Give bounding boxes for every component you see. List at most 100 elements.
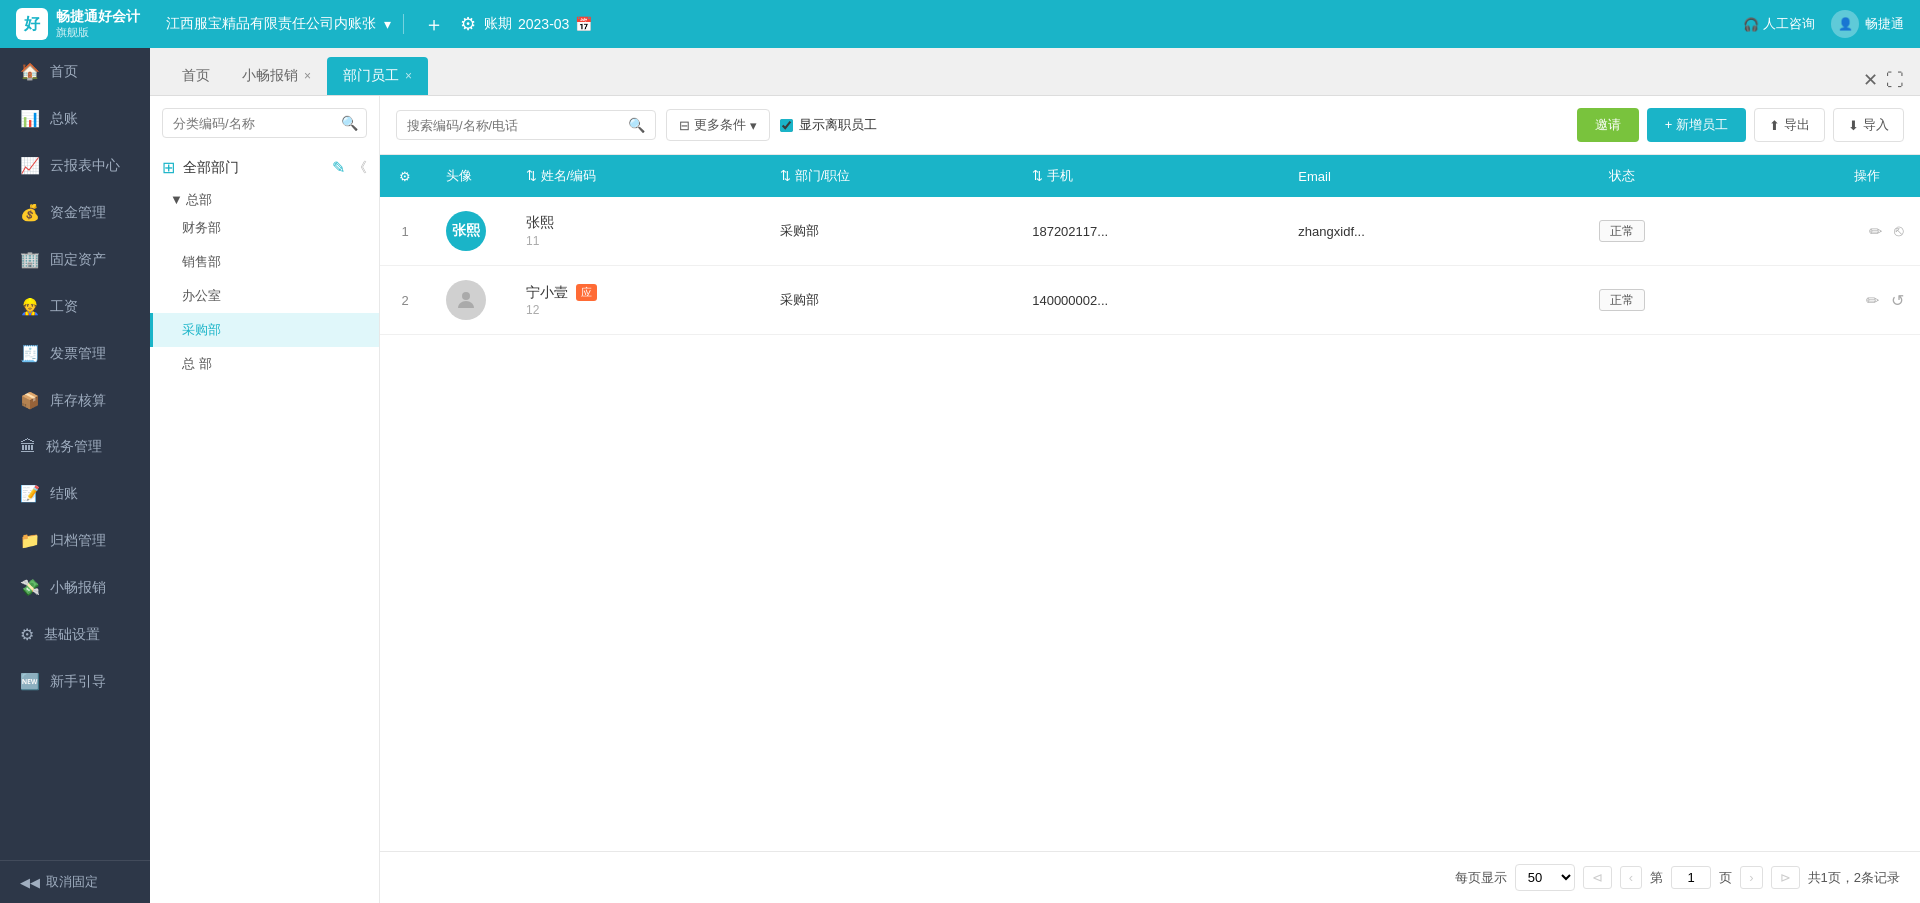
page-next-button[interactable]: › (1740, 866, 1762, 889)
chevron-down-icon: ▾ (384, 16, 391, 32)
page-prev-button[interactable]: ‹ (1620, 866, 1642, 889)
employee-table: ⚙ 头像 ⇅ 姓名/编码 ⇅ 部门/职位 ⇅ 手机 (380, 155, 1920, 335)
sidebar-item-archive[interactable]: 📁 归档管理 (0, 517, 150, 564)
funds-icon: 💰 (20, 203, 40, 222)
filter-button[interactable]: ⊟ 更多条件 ▾ (666, 109, 770, 141)
employee-search-input[interactable] (407, 118, 628, 133)
import-button[interactable]: ⬇ 导入 (1833, 108, 1904, 142)
dept-search-icon[interactable]: 🔍 (341, 115, 358, 131)
invite-button[interactable]: 邀请 (1577, 108, 1639, 142)
sidebar-item-invoice[interactable]: 🧾 发票管理 (0, 330, 150, 377)
dept-edit-icon[interactable]: ✎ (332, 158, 345, 177)
sidebar-item-close[interactable]: 📝 结账 (0, 470, 150, 517)
dept-group-head[interactable]: ▼ 总部 (150, 185, 379, 211)
sidebar-item-tax[interactable]: 🏛 税务管理 (0, 424, 150, 470)
sidebar-item-inventory[interactable]: 📦 库存核算 (0, 377, 150, 424)
tab-dept-staff-label: 部门员工 (343, 67, 399, 85)
sidebar-item-payroll[interactable]: 👷 工资 (0, 283, 150, 330)
header-separator (403, 14, 404, 34)
pagination-bar: 每页显示 50 10 20 100 ⊲ ‹ 第 页 › ⊳ 共1页，2条记录 (380, 851, 1920, 903)
dept-item-finance[interactable]: 财务部 (150, 211, 379, 245)
export-button[interactable]: ⬆ 导出 (1754, 108, 1825, 142)
dept-item-sales[interactable]: 销售部 (150, 245, 379, 279)
dept-item-head-office[interactable]: 总 部 (150, 347, 379, 381)
sidebar-label-home: 首页 (50, 63, 78, 81)
show-resigned-label[interactable]: 显示离职员工 (780, 116, 877, 134)
tab-close-window[interactable]: ✕ (1863, 69, 1878, 91)
employee-toolbar: 🔍 ⊟ 更多条件 ▾ 显示离职员工 邀请 + 新增员工 (380, 96, 1920, 155)
grid-icon: ⊞ (162, 158, 175, 177)
tab-fullscreen[interactable]: ⛶ (1886, 70, 1904, 91)
all-dept-header[interactable]: ⊞ 全部部门 ✎ 《 (150, 150, 379, 185)
page-first-button[interactable]: ⊲ (1583, 866, 1612, 889)
sidebar-item-guide[interactable]: 🆕 新手引导 (0, 658, 150, 705)
dept-item-office[interactable]: 办公室 (150, 279, 379, 313)
row-num-1: 1 (380, 197, 430, 266)
tab-expense-close[interactable]: × (304, 69, 311, 83)
dept-search-box[interactable]: 🔍 (162, 108, 367, 138)
table-row: 2 宁 (380, 266, 1920, 335)
col-settings[interactable]: ⚙ (380, 155, 430, 197)
row-num-2: 2 (380, 266, 430, 335)
tab-dept-staff-close[interactable]: × (405, 69, 412, 83)
add-employee-button[interactable]: + 新增员工 (1647, 108, 1746, 142)
expense-icon: 💸 (20, 578, 40, 597)
sidebar-label-invoice: 发票管理 (50, 345, 106, 363)
employee-search-icon[interactable]: 🔍 (628, 117, 645, 133)
row-phone-1: 187202117... (1016, 197, 1282, 266)
reports-icon: 📈 (20, 156, 40, 175)
service-btn[interactable]: 🎧 人工咨询 (1743, 15, 1815, 33)
sidebar-label-general-ledger: 总账 (50, 110, 78, 128)
employee-search-bar[interactable]: 🔍 (396, 110, 656, 140)
row-phone-2: 140000002... (1016, 266, 1282, 335)
logout-button-1[interactable]: ⎋ (1894, 222, 1904, 240)
calendar-icon[interactable]: 📅 (575, 16, 592, 32)
sidebar-item-fixed-assets[interactable]: 🏢 固定资产 (0, 236, 150, 283)
tab-expense-label: 小畅报销 (242, 67, 298, 85)
sidebar-label-settings: 基础设置 (44, 626, 100, 644)
sidebar-item-expense[interactable]: 💸 小畅报销 (0, 564, 150, 611)
user-area[interactable]: 👤 畅捷通 (1831, 10, 1904, 38)
sidebar-item-funds[interactable]: 💰 资金管理 (0, 189, 150, 236)
company-selector[interactable]: 江西服宝精品有限责任公司内账张 ▾ (166, 15, 391, 33)
dept-item-purchase[interactable]: 采购部 (150, 313, 379, 347)
sidebar-label-expense: 小畅报销 (50, 579, 106, 597)
svg-point-0 (462, 292, 470, 300)
sidebar-item-reports[interactable]: 📈 云报表中心 (0, 142, 150, 189)
page-number-input[interactable] (1671, 866, 1711, 889)
status-badge-1: 正常 (1599, 220, 1645, 242)
sidebar-bottom: ◀◀ 取消固定 (0, 860, 150, 903)
content-area: 首页 小畅报销 × 部门员工 × ✕ ⛶ 🔍 (150, 48, 1920, 903)
sidebar-label-guide: 新手引导 (50, 673, 106, 691)
page-last-button[interactable]: ⊳ (1771, 866, 1800, 889)
delete-button-2[interactable]: ↺ (1891, 291, 1904, 310)
sidebar-item-general-ledger[interactable]: 📊 总账 (0, 95, 150, 142)
employee-name-2: 宁小壹 (526, 284, 568, 302)
settings-icon[interactable]: ⚙ (460, 13, 476, 35)
add-company-button[interactable]: ＋ (424, 11, 444, 38)
user-name: 畅捷通 (1865, 15, 1904, 33)
dept-collapse-icon[interactable]: 《 (353, 159, 367, 177)
sidebar-label-reports: 云报表中心 (50, 157, 120, 175)
import-icon: ⬇ (1848, 118, 1859, 133)
row-avatar-1: 张熙 (430, 197, 510, 266)
show-resigned-checkbox[interactable] (780, 119, 793, 132)
tab-expense[interactable]: 小畅报销 × (226, 57, 327, 95)
sidebar-item-home[interactable]: 🏠 首页 (0, 48, 150, 95)
edit-button-2[interactable]: ✏ (1866, 291, 1879, 310)
dept-search-input[interactable] (173, 116, 341, 131)
top-header: 好 畅捷通好会计 旗舰版 江西服宝精品有限责任公司内账张 ▾ ＋ ⚙ 账期 20… (0, 0, 1920, 48)
sidebar-item-settings[interactable]: ⚙ 基础设置 (0, 611, 150, 658)
tab-dept-staff[interactable]: 部门员工 × (327, 57, 428, 95)
tax-icon: 🏛 (20, 438, 36, 456)
col-phone[interactable]: ⇅ 手机 (1016, 155, 1282, 197)
header-right: 🎧 人工咨询 👤 畅捷通 (1743, 10, 1904, 38)
per-page-select[interactable]: 50 10 20 100 (1515, 864, 1575, 891)
col-name-code[interactable]: ⇅ 姓名/编码 (510, 155, 764, 197)
payroll-icon: 👷 (20, 297, 40, 316)
col-dept-position[interactable]: ⇅ 部门/职位 (764, 155, 1016, 197)
tab-home[interactable]: 首页 (166, 57, 226, 95)
cancel-fix-button[interactable]: ◀◀ 取消固定 (0, 861, 150, 903)
employee-code-2: 12 (526, 303, 539, 317)
edit-button-1[interactable]: ✏ (1869, 222, 1882, 241)
